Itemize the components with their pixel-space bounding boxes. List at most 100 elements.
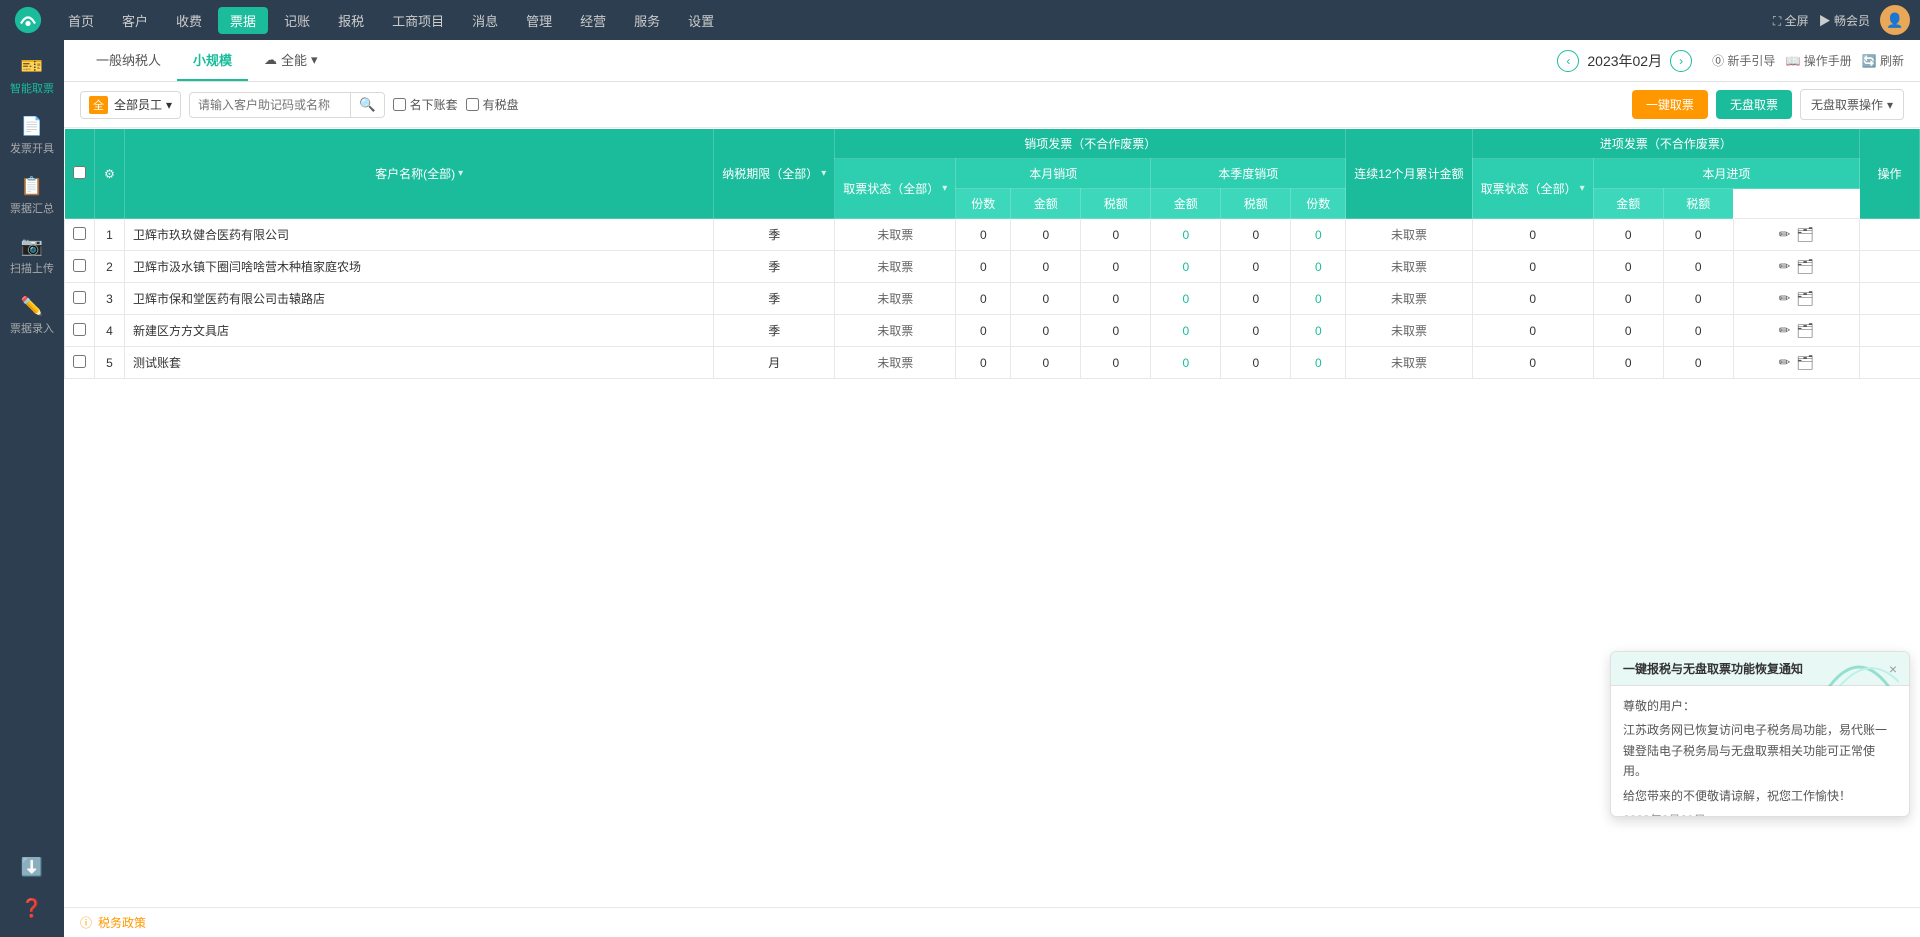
cloud-icon: ☁	[264, 52, 277, 68]
row-period-cell: 季	[714, 315, 835, 347]
detail-icon[interactable]: 🗂	[1796, 226, 1814, 243]
notification-greeting: 尊敬的用户：	[1623, 696, 1897, 716]
row-xiao-month-tax-cell: 0	[1081, 219, 1151, 251]
xiao-status-filter-icon[interactable]: ▾	[942, 183, 947, 194]
row-checkbox[interactable]	[73, 291, 86, 304]
refresh-btn[interactable]: 🔄 刷新	[1862, 52, 1904, 69]
dropdown-icon: ▾	[1887, 98, 1893, 112]
sidebar-item-issue-invoice[interactable]: 📄 发票开具	[4, 108, 60, 164]
toolbar-left: 全 全部员工 ▾ 🔍 名下账套 有税盘	[80, 91, 1622, 119]
period-next-btn[interactable]: ›	[1670, 50, 1692, 72]
row-jin-month-tax-cell: 0	[1663, 251, 1733, 283]
select-all-checkbox[interactable]	[73, 166, 86, 179]
row-jin-status-cell: 未取票	[1346, 219, 1472, 251]
nav-messages[interactable]: 消息	[460, 7, 510, 34]
detail-icon[interactable]: 🗂	[1796, 258, 1814, 275]
row-checkbox-cell	[65, 251, 95, 283]
nav-home[interactable]: 首页	[56, 7, 106, 34]
row-jin-status-cell: 未取票	[1346, 283, 1472, 315]
nav-settings[interactable]: 设置	[676, 7, 726, 34]
sidebar-item-invoice-summary[interactable]: 📋 票据汇总	[4, 168, 60, 224]
customer-filter-icon[interactable]: ▾	[458, 168, 463, 179]
row-checkbox[interactable]	[73, 355, 86, 368]
settings-icon[interactable]: ⚙	[104, 167, 115, 181]
search-input[interactable]	[190, 94, 350, 116]
user-avatar[interactable]: 👤	[1880, 5, 1910, 35]
row-jin-month-amount-cell: 0	[1593, 315, 1663, 347]
nav-operations[interactable]: 经营	[568, 7, 618, 34]
nav-bookkeeping[interactable]: 记账	[272, 7, 322, 34]
row-xiao-month-count-cell: 0	[956, 283, 1011, 315]
row-xiao-quarter-amount-cell: 0	[1151, 251, 1221, 283]
tax-policy-link[interactable]: 税务政策	[98, 914, 146, 931]
row-jin-month-count-cell: 0	[1472, 347, 1593, 379]
jin-status-filter-icon[interactable]: ▾	[1580, 183, 1585, 194]
edit-icon[interactable]: ✏	[1779, 354, 1791, 371]
notification-content: 江苏政务网已恢复访问电子税务局功能，易代账一键登陆电子税务局与无盘取票相关功能可…	[1623, 720, 1897, 781]
nav-fees[interactable]: 收费	[164, 7, 214, 34]
diskless-operation-label: 无盘取票操作	[1811, 96, 1883, 113]
new-guide-btn[interactable]: ⓪ 新手引导	[1712, 52, 1775, 69]
fullscreen-btn[interactable]: ⛶ 全屏	[1773, 12, 1809, 29]
diskless-operation-btn[interactable]: 无盘取票操作 ▾	[1800, 89, 1904, 120]
period-filter-icon[interactable]: ▾	[821, 168, 826, 179]
search-button[interactable]: 🔍	[350, 93, 384, 117]
tab-general-taxpayer[interactable]: 一般纳税人	[80, 40, 177, 81]
row-checkbox-cell	[65, 283, 95, 315]
nav-tickets[interactable]: 票据	[218, 7, 268, 34]
detail-icon[interactable]: 🗂	[1796, 322, 1814, 339]
nav-right-actions: ⛶ 全屏 ▶ 畅会员 👤	[1773, 5, 1910, 35]
row-no-cell: 2	[95, 251, 125, 283]
row-jin-month-amount-cell: 0	[1593, 347, 1663, 379]
one-click-fetch-btn[interactable]: 一键取票	[1632, 90, 1708, 119]
vip-btn[interactable]: ▶ 畅会员	[1819, 12, 1870, 29]
sidebar-item-label: 智能取票	[10, 80, 54, 96]
tax-disk-checkbox[interactable]	[466, 98, 479, 111]
help-icon: ❓	[21, 898, 43, 919]
manual-btn[interactable]: 📖 操作手册	[1785, 52, 1851, 69]
scan-upload-icon: 📷	[21, 236, 43, 257]
sidebar-item-invoice-entry[interactable]: ✏️ 票据录入	[4, 288, 60, 344]
edit-icon[interactable]: ✏	[1779, 290, 1791, 307]
row-jin-status-cell: 未取票	[1346, 347, 1472, 379]
edit-icon[interactable]: ✏	[1779, 322, 1791, 339]
row-checkbox[interactable]	[73, 227, 86, 240]
nav-tax[interactable]: 报税	[326, 7, 376, 34]
nav-industrial[interactable]: 工商项目	[380, 7, 456, 34]
row-xiao-month-amount-cell: 0	[1011, 283, 1081, 315]
row-checkbox[interactable]	[73, 259, 86, 272]
sidebar-item-smart-tickets[interactable]: 🎫 智能取票	[4, 48, 60, 104]
row-xiao-month-tax-cell: 0	[1081, 315, 1151, 347]
sidebar-help[interactable]: ❓	[4, 890, 60, 927]
nav-customers[interactable]: 客户	[110, 7, 160, 34]
period-prev-btn[interactable]: ‹	[1557, 50, 1579, 72]
row-xiao-month-count-cell: 0	[956, 219, 1011, 251]
row-checkbox[interactable]	[73, 323, 86, 336]
edit-icon[interactable]: ✏	[1779, 226, 1791, 243]
row-xiao-status-cell: 未取票	[835, 283, 956, 315]
invoice-summary-icon: 📋	[21, 176, 43, 197]
row-period-cell: 月	[714, 347, 835, 379]
sidebar-download[interactable]: ⬇️	[4, 849, 60, 886]
row-jin-month-count-cell: 0	[1472, 251, 1593, 283]
row-cumulative-cell: 0	[1291, 219, 1346, 251]
th-xiao-month-tax: 税额	[1081, 189, 1151, 219]
tab-all-capable[interactable]: ☁ 全能 ▾	[248, 40, 334, 81]
row-action-cell: ✏ 🗂	[1733, 251, 1859, 283]
edit-icon[interactable]: ✏	[1779, 258, 1791, 275]
own-accounts-checkbox[interactable]	[393, 98, 406, 111]
detail-icon[interactable]: 🗂	[1796, 290, 1814, 307]
th-checkbox	[65, 129, 95, 219]
nav-services[interactable]: 服务	[622, 7, 672, 34]
sidebar-item-scan-upload[interactable]: 📷 扫描上传	[4, 228, 60, 284]
diskless-fetch-btn[interactable]: 无盘取票	[1716, 90, 1792, 119]
own-accounts-checkbox-label[interactable]: 名下账套	[393, 96, 458, 113]
th-xiao-quarter-tax: 税额	[1221, 189, 1291, 219]
tax-disk-checkbox-label[interactable]: 有税盘	[466, 96, 519, 113]
tab-small-scale[interactable]: 小规模	[177, 40, 248, 81]
nav-manage[interactable]: 管理	[514, 7, 564, 34]
employee-filter[interactable]: 全 全部员工 ▾	[80, 91, 181, 119]
notif-decoration	[1819, 652, 1899, 686]
detail-icon[interactable]: 🗂	[1796, 354, 1814, 371]
th-customer-label: 客户名称(全部)	[375, 165, 455, 182]
